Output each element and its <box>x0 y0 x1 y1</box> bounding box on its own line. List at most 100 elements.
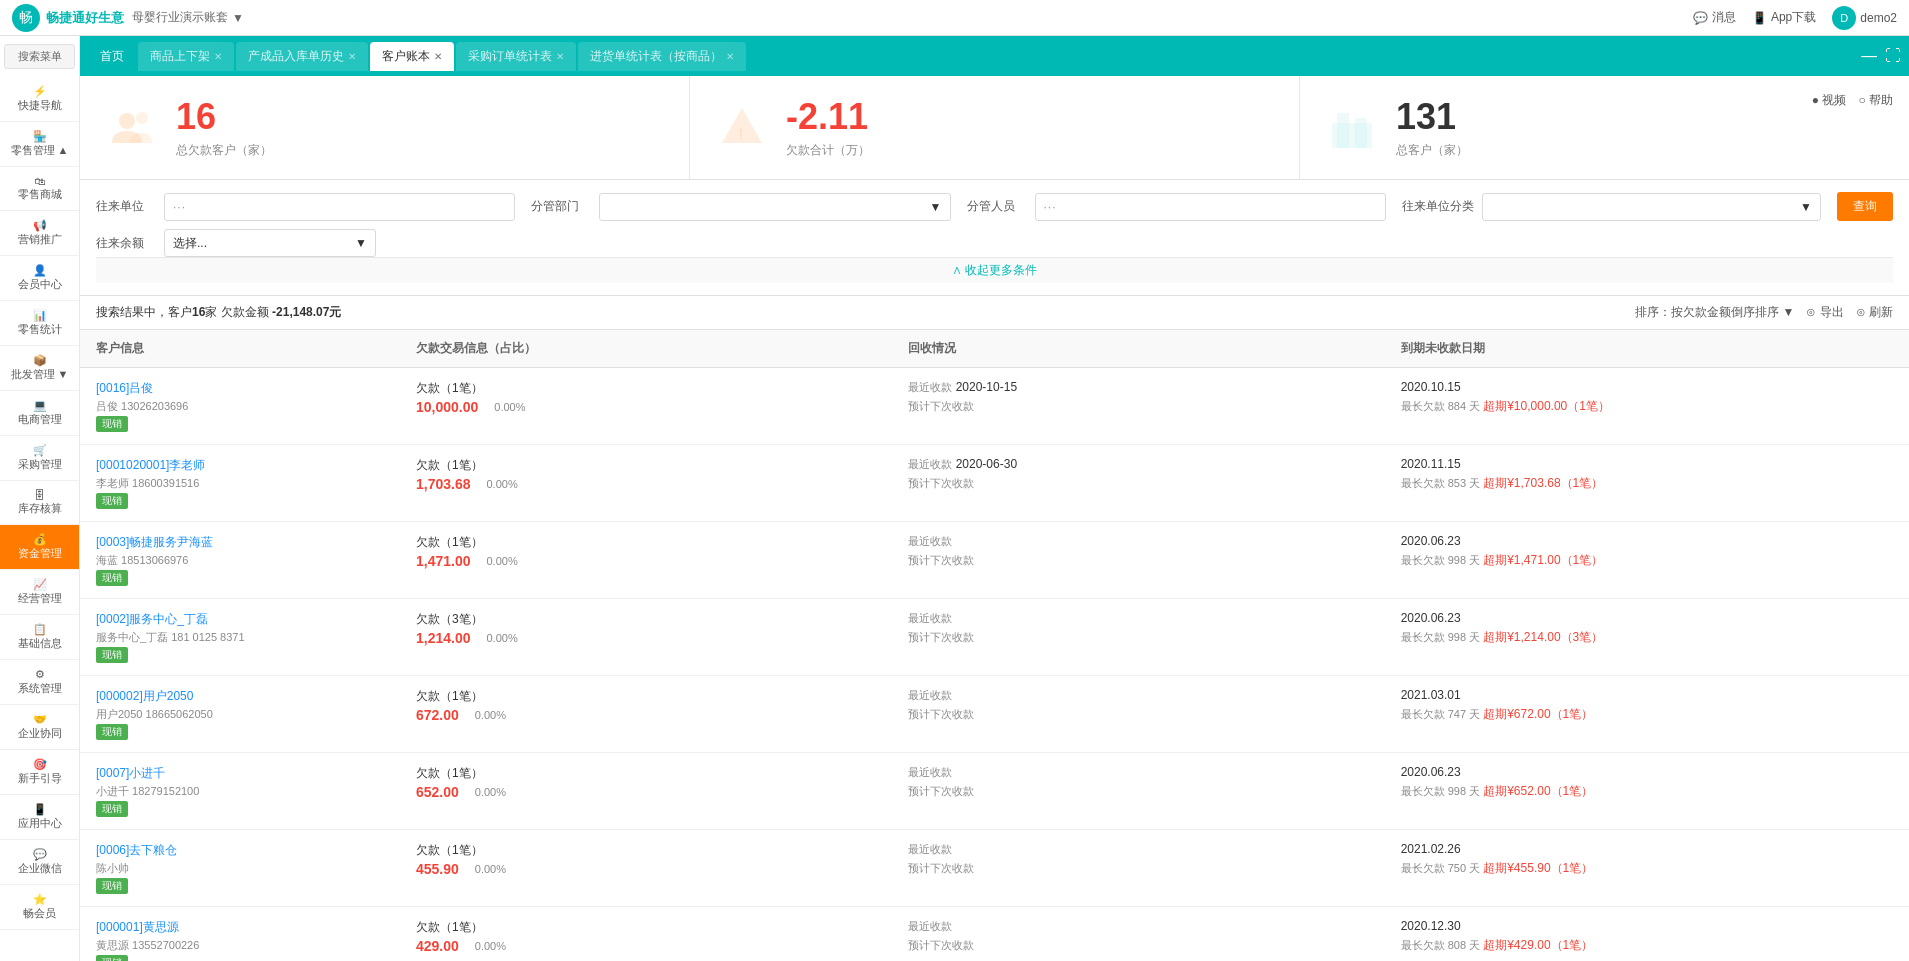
svg-rect-6 <box>1355 118 1367 148</box>
overdue-amount-1[interactable]: 超期¥10,000.00（1笔） <box>1483 399 1610 413</box>
sidebar-item-member[interactable]: 👤 会员中心 <box>0 256 79 301</box>
batch-mgmt-icon: 📦 <box>4 354 75 367</box>
main-area: 首页 商品上下架 ✕ 产成品入库单历史 ✕ 客户账本 ✕ 采购订单统计表 ✕ 进… <box>80 36 1909 961</box>
store-selector[interactable]: 母婴行业演示账套 ▼ <box>132 9 244 26</box>
refresh-button[interactable]: ⊙ 刷新 <box>1856 304 1893 321</box>
overdue-amount-2[interactable]: 超期¥1,703.68（1笔） <box>1483 476 1603 490</box>
overdue-amount-7[interactable]: 超期¥455.90（1笔） <box>1483 861 1593 875</box>
export-button[interactable]: ⊙ 导出 <box>1806 304 1843 321</box>
overdue-amount-8[interactable]: 超期¥429.00（1笔） <box>1483 938 1593 952</box>
tab-customer-account[interactable]: 客户账本 ✕ <box>370 42 454 71</box>
customer-name-7[interactable]: [0006]去下粮仓 <box>96 842 416 859</box>
message-button[interactable]: 💬 消息 <box>1693 9 1736 26</box>
sidebar-item-purchase[interactable]: 🛒 采购管理 <box>0 436 79 481</box>
sidebar-item-quick-nav[interactable]: ⚡ 快捷导航 <box>0 77 79 122</box>
tab-purchase-order-close[interactable]: ✕ <box>556 51 564 62</box>
debt-row-8: 429.00 0.00% <box>416 938 908 954</box>
video-button[interactable]: ● 视频 <box>1812 92 1847 109</box>
tab-customer-account-close[interactable]: ✕ <box>434 51 442 62</box>
debt-amount-3[interactable]: 1,471.00 <box>416 553 471 569</box>
results-debt-prefix: 欠款金额 <box>221 305 272 319</box>
overdue-amount-5[interactable]: 超期¥672.00（1笔） <box>1483 707 1593 721</box>
customer-name-8[interactable]: [000001]黄思源 <box>96 919 416 936</box>
tab-product-history-close[interactable]: ✕ <box>348 51 356 62</box>
customer-name-5[interactable]: [000002]用户2050 <box>96 688 416 705</box>
debt-row-4: 1,214.00 0.00% <box>416 630 908 646</box>
overdue-amount-3[interactable]: 超期¥1,471.00（1笔） <box>1483 553 1603 567</box>
search-button[interactable]: 查询 <box>1837 192 1893 221</box>
debt-count-4: 欠款（3笔） <box>416 611 908 628</box>
debt-amount-1[interactable]: 10,000.00 <box>416 399 478 415</box>
recovery-info-8: 最近收款 预计下次收款 <box>908 919 1400 953</box>
sidebar-item-ops[interactable]: 📈 经营管理 <box>0 570 79 615</box>
debt-amount-7[interactable]: 455.90 <box>416 861 459 877</box>
tab-purchase-order[interactable]: 采购订单统计表 ✕ <box>456 42 576 71</box>
help-button[interactable]: ○ 帮助 <box>1858 92 1893 109</box>
customer-info-3: [0003]畅捷服务尹海蓝 海蓝 18513066976 现销 <box>96 534 416 586</box>
tab-incoming-stat-close[interactable]: ✕ <box>726 51 734 62</box>
collapse-button[interactable]: ∧ 收起更多条件 <box>96 257 1893 283</box>
sidebar-item-wechat[interactable]: 💬 企业微信 <box>0 840 79 885</box>
user-name: demo2 <box>1860 11 1897 25</box>
filter-dept: 分管部门 ▼ <box>531 193 950 221</box>
results-info: 搜索结果中，客户16家 欠款金额 -21,148.07元 <box>96 304 341 321</box>
table-row: [0002]服务中心_丁磊 服务中心_丁磊 181 0125 8371 现销 欠… <box>80 599 1909 676</box>
sidebar-item-finance[interactable]: 💰 资金管理 <box>0 525 79 570</box>
balance-select[interactable]: 选择... ▼ <box>164 229 376 257</box>
sidebar-item-retail-mgmt[interactable]: 🏪 零售管理 ▲ <box>0 122 79 167</box>
tab-minimize-button[interactable]: — <box>1861 47 1877 65</box>
sidebar-item-batch-mgmt[interactable]: 📦 批发管理 ▼ <box>0 346 79 391</box>
dept-select[interactable]: ▼ <box>599 193 950 221</box>
sidebar-item-enterprise[interactable]: 🤝 企业协同 <box>0 705 79 750</box>
manager-input[interactable]: ··· <box>1035 193 1386 221</box>
debt-amount-2[interactable]: 1,703.68 <box>416 476 471 492</box>
customer-name-4[interactable]: [0002]服务中心_丁磊 <box>96 611 416 628</box>
sidebar-item-marketing[interactable]: 📢 营销推广 <box>0 211 79 256</box>
unit-class-select[interactable]: ▼ <box>1482 193 1821 221</box>
debt-amount-6[interactable]: 652.00 <box>416 784 459 800</box>
customer-info-1: [0016]吕俊 吕俊 13026203696 现销 <box>96 380 416 432</box>
tab-product-listing-close[interactable]: ✕ <box>214 51 222 62</box>
customer-name-3[interactable]: [0003]畅捷服务尹海蓝 <box>96 534 416 551</box>
sidebar-item-system[interactable]: ⚙ 系统管理 <box>0 660 79 705</box>
table-area: 客户信息 欠款交易信息（占比） 回收情况 到期未收款日期 [0016]吕俊 吕俊… <box>80 330 1909 961</box>
overdue-amount-4[interactable]: 超期¥1,214.00（3笔） <box>1483 630 1603 644</box>
customer-name-6[interactable]: [0007]小进千 <box>96 765 416 782</box>
tab-home[interactable]: 首页 <box>88 42 136 71</box>
sidebar-item-ecommerce[interactable]: 💻 电商管理 <box>0 391 79 436</box>
recovery-label-3: 最近收款 <box>908 534 1400 549</box>
sort-selector[interactable]: 排序：按欠款金额倒序排序 ▼ <box>1635 304 1794 321</box>
tab-product-listing[interactable]: 商品上下架 ✕ <box>138 42 234 71</box>
sidebar-item-inventory[interactable]: 🗄 库存核算 <box>0 481 79 525</box>
debt-percent-1: 0.00% <box>494 401 525 413</box>
tab-incoming-stat[interactable]: 进货单统计表（按商品） ✕ <box>578 42 746 71</box>
app-download-button[interactable]: 📱 App下载 <box>1752 9 1816 26</box>
stat-card-customers: 16 总欠款客户（家） <box>80 76 690 179</box>
results-customer-count: 16 <box>192 305 205 319</box>
from-unit-input[interactable]: ··· <box>164 193 515 221</box>
sidebar-item-vip[interactable]: ⭐ 畅会员 <box>0 885 79 930</box>
tab-product-history[interactable]: 产成品入库单历史 ✕ <box>236 42 368 71</box>
debt-amount-5[interactable]: 672.00 <box>416 707 459 723</box>
debt-amount-4[interactable]: 1,214.00 <box>416 630 471 646</box>
tab-maximize-button[interactable]: ⛶ <box>1885 47 1901 65</box>
debt-percent-4: 0.00% <box>487 632 518 644</box>
customer-name-1[interactable]: [0016]吕俊 <box>96 380 416 397</box>
debt-row-6: 652.00 0.00% <box>416 784 908 800</box>
filter-manager-label: 分管人员 <box>967 198 1027 215</box>
user-menu[interactable]: D demo2 <box>1832 6 1897 30</box>
debt-amount-8[interactable]: 429.00 <box>416 938 459 954</box>
customer-name-2[interactable]: [0001020001]李老师 <box>96 457 416 474</box>
stat-info-total: 131 总客户（家） <box>1396 96 1468 159</box>
overdue-amount-6[interactable]: 超期¥652.00（1笔） <box>1483 784 1593 798</box>
sidebar-item-retail-mall[interactable]: 🛍 零售商城 <box>0 167 79 211</box>
stats-row: 16 总欠款客户（家） ! -2.11 欠款合计（万） <box>80 76 1909 180</box>
search-menu-button[interactable]: 搜索菜单 <box>4 44 75 69</box>
sidebar-item-newbie[interactable]: 🎯 新手引导 <box>0 750 79 795</box>
debt-row-1: 10,000.00 0.00% <box>416 399 908 415</box>
sidebar-item-app-center[interactable]: 📱 应用中心 <box>0 795 79 840</box>
sidebar-item-basic-info[interactable]: 📋 基础信息 <box>0 615 79 660</box>
debt-percent-6: 0.00% <box>475 786 506 798</box>
customer-phone-3: 海蓝 18513066976 <box>96 553 416 568</box>
sidebar-item-retail-stat[interactable]: 📊 零售统计 <box>0 301 79 346</box>
